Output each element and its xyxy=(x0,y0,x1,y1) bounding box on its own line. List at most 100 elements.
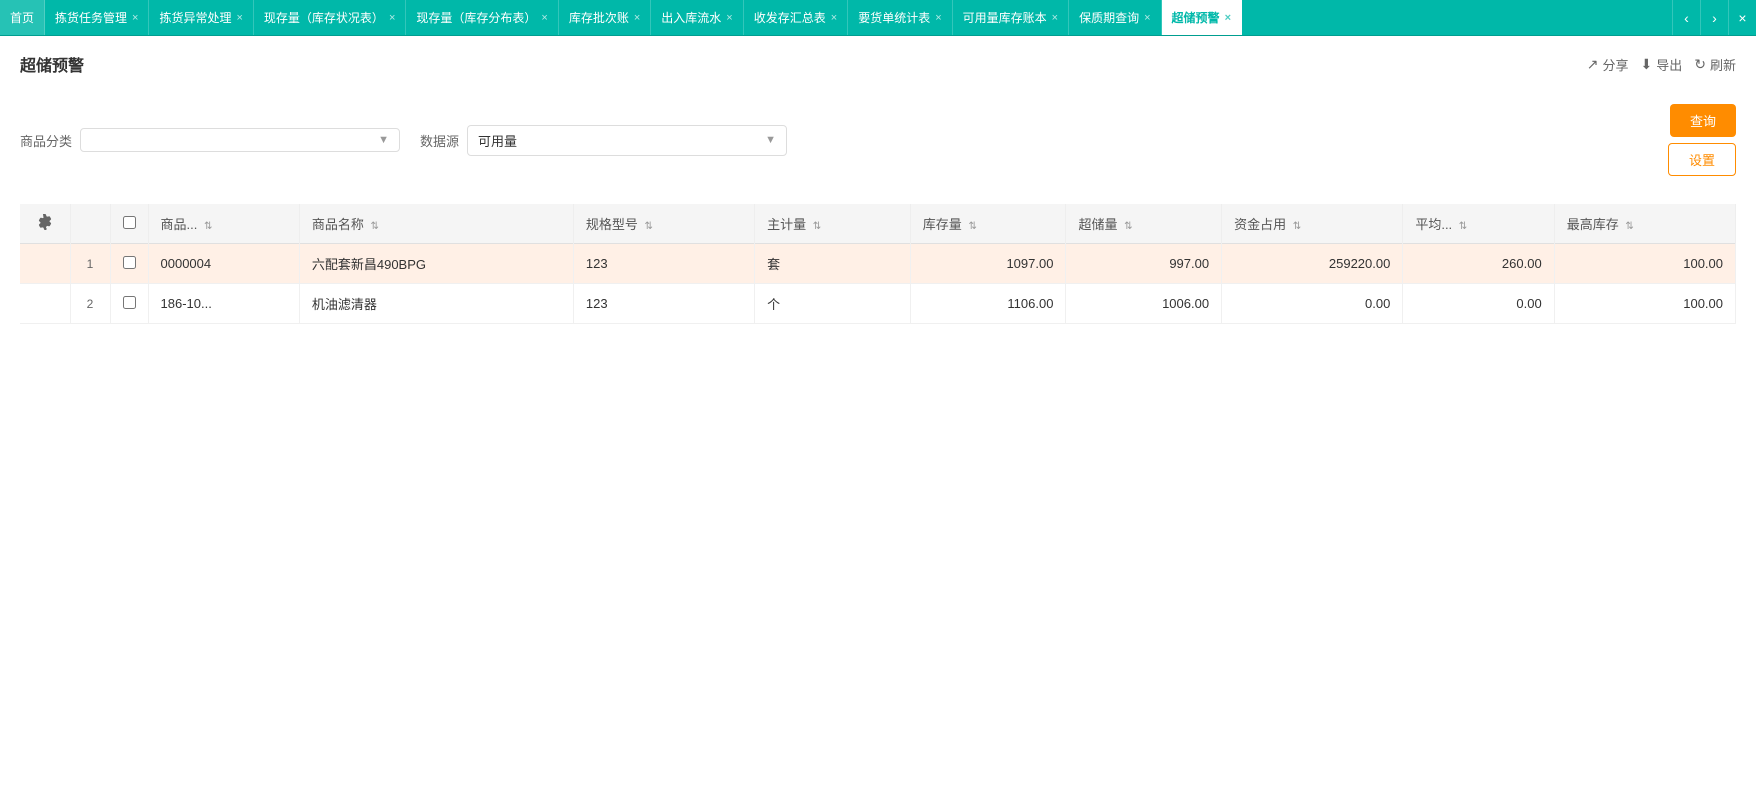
refresh-button[interactable]: ↻ 刷新 xyxy=(1694,55,1736,74)
row-max-stock: 100.00 xyxy=(1554,244,1735,284)
export-icon: ⬇ xyxy=(1641,56,1653,73)
col-avg-price-sort: ⇅ xyxy=(1459,221,1467,232)
nav-tab-overstock-warning[interactable]: 超储预警 × xyxy=(1162,0,1242,35)
nav-tab-stock-dist-close[interactable]: × xyxy=(541,12,547,24)
refresh-icon: ↻ xyxy=(1694,56,1706,73)
nav-tab-quality-query[interactable]: 保质期查询 × xyxy=(1069,0,1161,35)
col-unit-sort: ⇅ xyxy=(813,221,821,232)
nav-tab-stock-batch[interactable]: 库存批次账 × xyxy=(559,0,651,35)
row-spec: 123 xyxy=(573,244,754,284)
nav-tab-order-stat-close[interactable]: × xyxy=(935,12,941,24)
nav-tab-stock-status[interactable]: 现存量（库存状况表） × xyxy=(254,0,406,35)
row-checkbox-cell[interactable] xyxy=(110,244,148,284)
col-avg-price[interactable]: 平均... ⇅ xyxy=(1403,204,1554,244)
row-settings-cell xyxy=(20,284,70,324)
page-content: 超储预警 ↗ 分享 ⬇ 导出 ↻ 刷新 商品分类 ▼ 数据源 xyxy=(0,36,1756,800)
table-header-row: 商品... ⇅ 商品名称 ⇅ 规格型号 ⇅ 主计量 ⇅ xyxy=(20,204,1736,244)
nav-tab-inout-flow-close[interactable]: × xyxy=(726,12,732,24)
nav-tab-stock-dist-label: 现存量（库存分布表） xyxy=(416,9,536,26)
row-capital-usage: 259220.00 xyxy=(1222,244,1403,284)
nav-tab-stock-dist[interactable]: 现存量（库存分布表） × xyxy=(406,0,558,35)
nav-tab-stock-batch-close[interactable]: × xyxy=(634,12,640,24)
col-capital-usage[interactable]: 资金占用 ⇅ xyxy=(1222,204,1403,244)
col-unit-label: 主计量 xyxy=(767,217,806,232)
table-body: 1 0000004 六配套新昌490BPG 123 套 1097.00 997.… xyxy=(20,244,1736,324)
datasource-filter: 数据源 可用量 ▼ xyxy=(420,125,787,156)
col-spec-label: 规格型号 xyxy=(586,217,638,232)
col-max-stock[interactable]: 最高库存 ⇅ xyxy=(1554,204,1735,244)
row-settings-cell xyxy=(20,244,70,284)
col-spec[interactable]: 规格型号 ⇅ xyxy=(573,204,754,244)
share-button[interactable]: ↗ 分享 xyxy=(1587,55,1629,74)
nav-tab-home-label: 首页 xyxy=(10,9,34,26)
col-product-name-label: 商品名称 xyxy=(312,217,364,232)
refresh-label: 刷新 xyxy=(1710,55,1736,74)
nav-tab-pick-task[interactable]: 拣货任务管理 × xyxy=(45,0,149,35)
query-button[interactable]: 查询 xyxy=(1670,104,1736,137)
nav-tab-available-ledger-close[interactable]: × xyxy=(1052,12,1058,24)
nav-tab-pick-exception-label: 拣货异常处理 xyxy=(159,9,231,26)
nav-tab-inout-flow-label: 出入库流水 xyxy=(661,9,721,26)
row-stock-qty: 1106.00 xyxy=(910,284,1066,324)
row-avg-price: 260.00 xyxy=(1403,244,1554,284)
col-capital-usage-label: 资金占用 xyxy=(1234,217,1286,232)
datasource-filter-label: 数据源 xyxy=(420,131,459,150)
nav-tab-available-ledger[interactable]: 可用量库存账本 × xyxy=(953,0,1069,35)
page-header: 超储预警 ↗ 分享 ⬇ 导出 ↻ 刷新 xyxy=(20,52,1736,76)
select-all-checkbox[interactable] xyxy=(123,216,136,229)
export-button[interactable]: ⬇ 导出 xyxy=(1641,55,1683,74)
row-max-stock: 100.00 xyxy=(1554,284,1735,324)
set-button[interactable]: 设置 xyxy=(1668,143,1736,176)
nav-tab-pick-exception-close[interactable]: × xyxy=(236,12,242,24)
category-filter-label: 商品分类 xyxy=(20,131,72,150)
row-spec: 123 xyxy=(573,284,754,324)
col-checkbox[interactable] xyxy=(110,204,148,244)
nav-tab-overstock-warning-close[interactable]: × xyxy=(1225,12,1231,24)
nav-tab-collect-summary-label: 收发存汇总表 xyxy=(754,9,826,26)
nav-tab-collect-summary-close[interactable]: × xyxy=(831,12,837,24)
col-product-code-sort: ⇅ xyxy=(204,221,212,232)
nav-tab-quality-query-label: 保质期查询 xyxy=(1079,9,1139,26)
row-checkbox[interactable] xyxy=(123,256,136,269)
category-chevron-icon: ▼ xyxy=(378,134,389,146)
row-checkbox[interactable] xyxy=(123,296,136,309)
col-unit[interactable]: 主计量 ⇅ xyxy=(755,204,911,244)
col-product-name-sort: ⇅ xyxy=(371,221,379,232)
nav-tab-collect-summary[interactable]: 收发存汇总表 × xyxy=(744,0,848,35)
row-avg-price: 0.00 xyxy=(1403,284,1554,324)
filter-row: 商品分类 ▼ 数据源 可用量 ▼ 查询 设置 xyxy=(20,92,1736,188)
col-settings[interactable] xyxy=(20,204,70,244)
category-filter: 商品分类 ▼ xyxy=(20,128,400,152)
category-select[interactable]: ▼ xyxy=(80,128,400,152)
nav-tab-inout-flow[interactable]: 出入库流水 × xyxy=(651,0,743,35)
nav-next-button[interactable]: › xyxy=(1700,0,1728,35)
nav-tab-stock-status-label: 现存量（库存状况表） xyxy=(264,9,384,26)
col-stock-qty-label: 库存量 xyxy=(923,217,962,232)
page-title: 超储预警 xyxy=(20,52,84,76)
datasource-chevron-icon: ▼ xyxy=(765,134,776,146)
top-nav: 首页 拣货任务管理 × 拣货异常处理 × 现存量（库存状况表） × 现存量（库存… xyxy=(0,0,1756,36)
nav-tab-order-stat[interactable]: 要货单统计表 × xyxy=(848,0,952,35)
nav-tab-quality-query-close[interactable]: × xyxy=(1144,12,1150,24)
row-checkbox-cell[interactable] xyxy=(110,284,148,324)
nav-tab-pick-exception[interactable]: 拣货异常处理 × xyxy=(149,0,253,35)
col-product-code[interactable]: 商品... ⇅ xyxy=(148,204,299,244)
row-product-code: 0000004 xyxy=(148,244,299,284)
nav-tab-pick-task-close[interactable]: × xyxy=(132,12,138,24)
datasource-select[interactable]: 可用量 ▼ xyxy=(467,125,787,156)
header-actions: ↗ 分享 ⬇ 导出 ↻ 刷新 xyxy=(1587,55,1736,74)
col-capital-usage-sort: ⇅ xyxy=(1293,221,1301,232)
row-num-cell: 2 xyxy=(70,284,110,324)
col-stock-qty[interactable]: 库存量 ⇅ xyxy=(910,204,1066,244)
table-container: 商品... ⇅ 商品名称 ⇅ 规格型号 ⇅ 主计量 ⇅ xyxy=(20,204,1736,324)
nav-tab-home[interactable]: 首页 xyxy=(0,0,45,35)
col-overstock-qty[interactable]: 超储量 ⇅ xyxy=(1066,204,1222,244)
nav-tab-stock-status-close[interactable]: × xyxy=(389,12,395,24)
share-label: 分享 xyxy=(1602,55,1628,74)
col-product-code-label: 商品... xyxy=(161,217,198,232)
nav-more-button[interactable]: × xyxy=(1728,0,1756,35)
nav-prev-button[interactable]: ‹ xyxy=(1672,0,1700,35)
nav-tab-available-ledger-label: 可用量库存账本 xyxy=(963,9,1047,26)
col-product-name[interactable]: 商品名称 ⇅ xyxy=(299,204,573,244)
col-max-stock-sort: ⇅ xyxy=(1625,221,1633,232)
